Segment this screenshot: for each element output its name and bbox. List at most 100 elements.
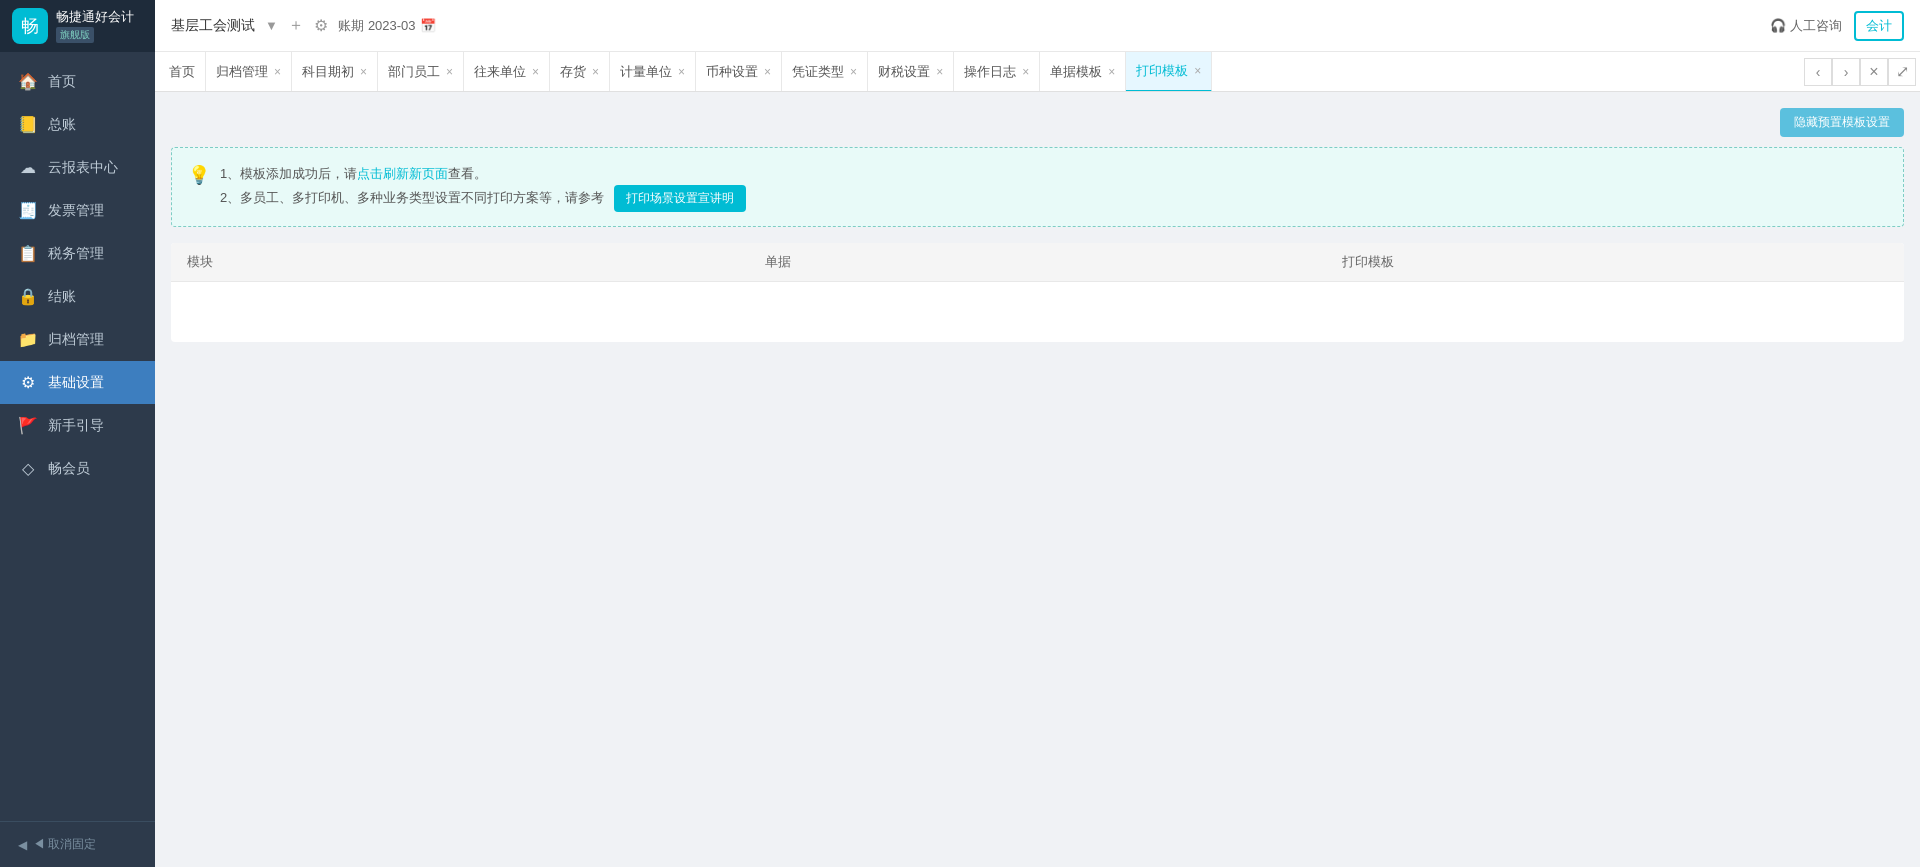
col-module: 模块 <box>171 243 749 281</box>
tab-unit-close[interactable]: × <box>678 65 685 79</box>
period-display: 账期 2023-03 📅 <box>338 17 436 35</box>
sidebar-logo: 畅 畅捷通好会计 旗舰版 <box>0 0 155 52</box>
tab-currency-close[interactable]: × <box>764 65 771 79</box>
topbar-settings-icon[interactable]: ⚙ <box>314 16 328 35</box>
tab-archive-close[interactable]: × <box>274 65 281 79</box>
tab-oplog-label: 操作日志 <box>964 63 1016 81</box>
sidebar-item-home[interactable]: 🏠 首页 <box>0 60 155 103</box>
tab-inventory-label: 存货 <box>560 63 586 81</box>
table-body <box>171 282 1904 342</box>
tab-subject[interactable]: 科目期初 × <box>292 52 378 92</box>
settings-icon: ⚙ <box>18 373 38 392</box>
content-topbar: 隐藏预置模板设置 <box>171 108 1904 137</box>
tab-inventory[interactable]: 存货 × <box>550 52 610 92</box>
topbar-right: 🎧 人工咨询 会计 <box>1770 11 1904 41</box>
tabbar: 首页 归档管理 × 科目期初 × 部门员工 × 往来单位 × 存货 × 计量单位… <box>155 52 1920 92</box>
tab-home-label: 首页 <box>169 63 195 81</box>
tab-next-button[interactable]: › <box>1832 58 1860 86</box>
calendar-icon[interactable]: 📅 <box>420 18 436 33</box>
home-icon: 🏠 <box>18 72 38 91</box>
support-button[interactable]: 🎧 人工咨询 <box>1770 17 1842 35</box>
period-value: 2023-03 <box>368 18 416 33</box>
tab-close-all-button[interactable]: × <box>1860 58 1888 86</box>
tab-unit[interactable]: 计量单位 × <box>610 52 696 92</box>
sidebar-item-member[interactable]: ◇ 畅会员 <box>0 447 155 490</box>
tab-prev-button[interactable]: ‹ <box>1804 58 1832 86</box>
tab-print-template-close[interactable]: × <box>1194 64 1201 78</box>
tab-tax-settings[interactable]: 财税设置 × <box>868 52 954 92</box>
tab-tax-settings-label: 财税设置 <box>878 63 930 81</box>
sidebar-item-invoice[interactable]: 🧾 发票管理 <box>0 189 155 232</box>
tab-oplog[interactable]: 操作日志 × <box>954 52 1040 92</box>
tab-currency-label: 币种设置 <box>706 63 758 81</box>
sidebar-item-reports[interactable]: ☁ 云报表中心 <box>0 146 155 189</box>
tax-icon: 📋 <box>18 244 38 263</box>
tab-tax-settings-close[interactable]: × <box>936 65 943 79</box>
member-icon: ◇ <box>18 459 38 478</box>
tab-voucher-close[interactable]: × <box>850 65 857 79</box>
info-line1-suffix: 查看。 <box>448 166 487 181</box>
sidebar-item-label: 首页 <box>48 73 76 91</box>
topbar: 基层工会测试 ▼ ＋ ⚙ 账期 2023-03 📅 🎧 人工咨询 会计 <box>155 0 1920 52</box>
tab-subject-label: 科目期初 <box>302 63 354 81</box>
hide-template-button[interactable]: 隐藏预置模板设置 <box>1780 108 1904 137</box>
tab-department-close[interactable]: × <box>446 65 453 79</box>
sidebar-item-close[interactable]: 🔒 结账 <box>0 275 155 318</box>
info-line1-prefix: 1、模板添加成功后，请 <box>220 166 357 181</box>
tab-subject-close[interactable]: × <box>360 65 367 79</box>
tab-voucher-template-close[interactable]: × <box>1108 65 1115 79</box>
sidebar-item-archive[interactable]: 📁 归档管理 <box>0 318 155 361</box>
tab-archive[interactable]: 归档管理 × <box>206 52 292 92</box>
tab-currency[interactable]: 币种设置 × <box>696 52 782 92</box>
headset-icon: 🎧 <box>1770 18 1786 33</box>
tab-supplier[interactable]: 往来单位 × <box>464 52 550 92</box>
sidebar-item-guide[interactable]: 🚩 新手引导 <box>0 404 155 447</box>
tab-unit-label: 计量单位 <box>620 63 672 81</box>
tab-print-template-label: 打印模板 <box>1136 62 1188 80</box>
tab-voucher-template[interactable]: 单据模板 × <box>1040 52 1126 92</box>
tab-department[interactable]: 部门员工 × <box>378 52 464 92</box>
tab-voucher[interactable]: 凭证类型 × <box>782 52 868 92</box>
sidebar-item-tax[interactable]: 📋 税务管理 <box>0 232 155 275</box>
tab-oplog-close[interactable]: × <box>1022 65 1029 79</box>
tab-voucher-template-label: 单据模板 <box>1050 63 1102 81</box>
support-label: 人工咨询 <box>1790 17 1842 35</box>
tab-inventory-close[interactable]: × <box>592 65 599 79</box>
sidebar: 畅 畅捷通好会计 旗舰版 🏠 首页 📒 总账 ☁ 云报表中心 🧾 发票管理 📋 … <box>0 0 155 867</box>
print-scene-button[interactable]: 打印场景设置宣讲明 <box>614 185 746 212</box>
tab-supplier-close[interactable]: × <box>532 65 539 79</box>
main-content: 隐藏预置模板设置 💡 1、模板添加成功后，请点击刷新新页面查看。 2、多员工、多… <box>155 92 1920 867</box>
tab-department-label: 部门员工 <box>388 63 440 81</box>
sidebar-item-label: 畅会员 <box>48 460 90 478</box>
refresh-link[interactable]: 点击刷新新页面 <box>357 166 448 181</box>
sidebar-item-label: 结账 <box>48 288 76 306</box>
guide-icon: 🚩 <box>18 416 38 435</box>
sidebar-item-label: 基础设置 <box>48 374 104 392</box>
sidebar-item-label: 云报表中心 <box>48 159 118 177</box>
tab-voucher-label: 凭证类型 <box>792 63 844 81</box>
tab-supplier-label: 往来单位 <box>474 63 526 81</box>
tab-expand-button[interactable]: ⤢ <box>1888 58 1916 86</box>
user-role-button[interactable]: 会计 <box>1854 11 1904 41</box>
add-company-icon[interactable]: ＋ <box>288 15 304 36</box>
sidebar-unpin[interactable]: ◀ ◀ 取消固定 <box>0 821 155 867</box>
table-header: 模块 单据 打印模板 <box>171 243 1904 282</box>
info-line2: 2、多员工、多打印机、多种业务类型设置不同打印方案等，请参考 打印场景设置宣讲明 <box>220 185 1887 212</box>
archive-icon: 📁 <box>18 330 38 349</box>
sidebar-item-label: 发票管理 <box>48 202 104 220</box>
info-text: 1、模板添加成功后，请点击刷新新页面查看。 2、多员工、多打印机、多种业务类型设… <box>220 162 1887 212</box>
tab-print-template[interactable]: 打印模板 × <box>1126 52 1212 92</box>
period-label: 账期 <box>338 17 364 35</box>
sidebar-item-ledger[interactable]: 📒 总账 <box>0 103 155 146</box>
close-period-icon: 🔒 <box>18 287 38 306</box>
logo-badge: 旗舰版 <box>56 27 94 43</box>
sidebar-item-settings[interactable]: ⚙ 基础设置 <box>0 361 155 404</box>
tab-home[interactable]: 首页 <box>159 52 206 92</box>
company-dropdown-icon[interactable]: ▼ <box>265 18 278 33</box>
logo-title: 畅捷通好会计 <box>56 9 134 26</box>
sidebar-item-label: 新手引导 <box>48 417 104 435</box>
reports-icon: ☁ <box>18 158 38 177</box>
lightbulb-icon: 💡 <box>188 164 210 186</box>
print-template-table: 模块 单据 打印模板 <box>171 243 1904 342</box>
col-voucher: 单据 <box>749 243 1327 281</box>
